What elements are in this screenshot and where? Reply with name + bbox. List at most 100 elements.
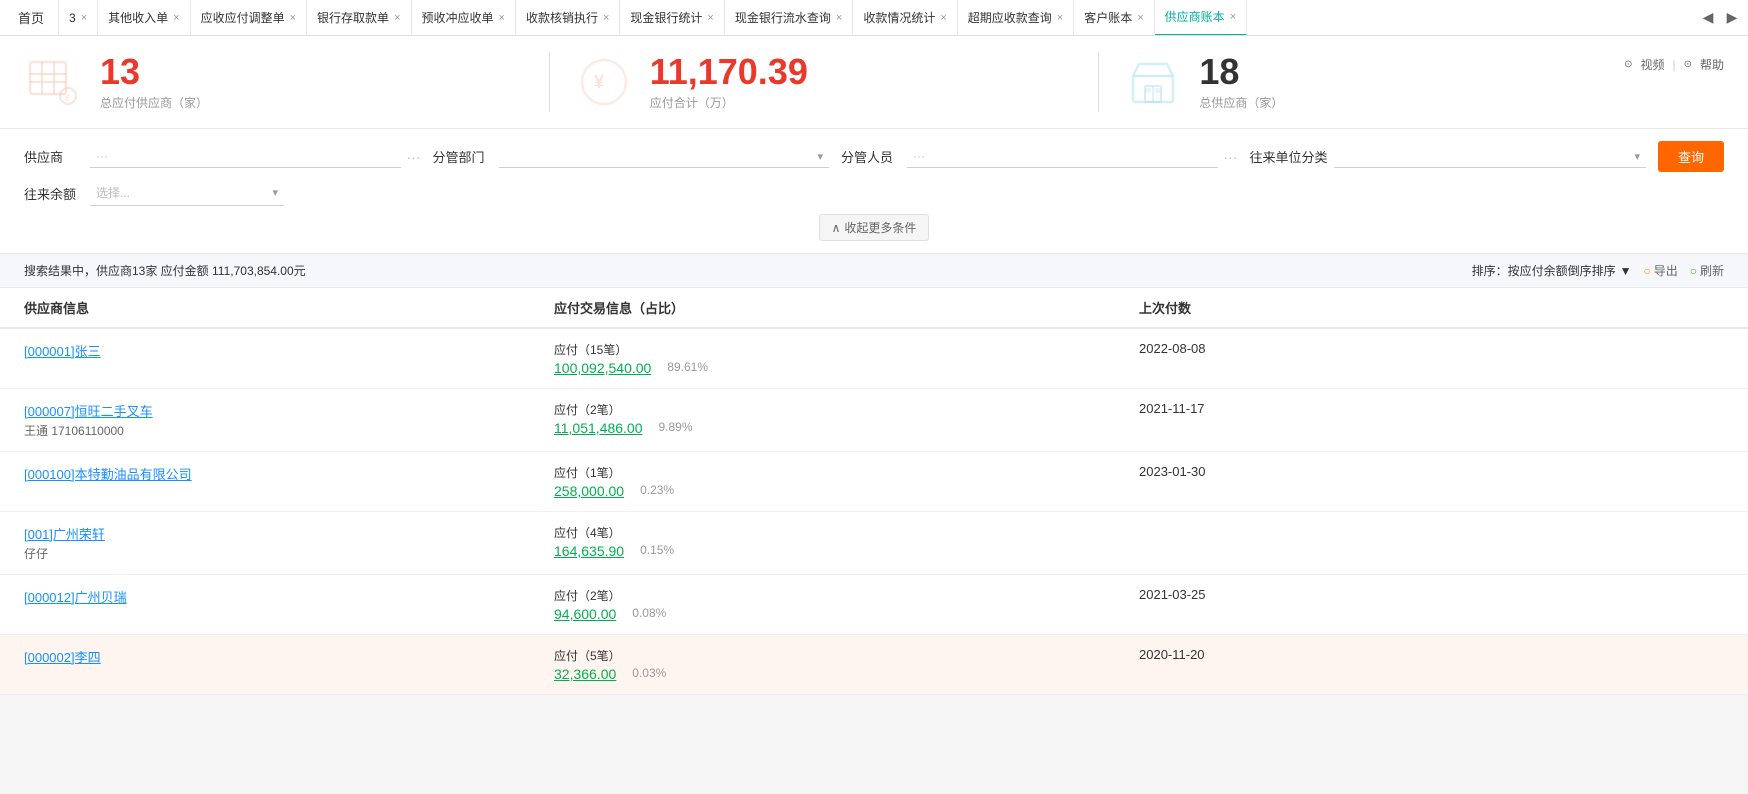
store-icon <box>1123 52 1183 112</box>
supplier-name-link[interactable]: [000100]本特勤油品有限公司 <box>24 464 554 483</box>
nav-tab-tab5[interactable]: 预收冲应收单× <box>412 0 516 36</box>
nav-tab-tab8[interactable]: 现金银行流水查询 × <box>725 0 853 36</box>
supplier-name-link[interactable]: [001]广州荣轩 <box>24 524 554 543</box>
nav-tab-tab10[interactable]: 超期应收款查询× <box>958 0 1074 36</box>
table-row: [001]广州荣轩 仔仔 应付（4笔） 164,635.90 0.15% <box>0 512 1748 575</box>
circle-icon-video: ⊙ <box>1624 59 1632 70</box>
tab-label: 现金银行流水查询 <box>735 9 831 26</box>
transaction-percent: 0.23% <box>640 483 674 497</box>
tab-close-icon[interactable]: × <box>1137 12 1143 24</box>
last-payment-date: 2021-11-17 <box>1139 401 1724 416</box>
table-row: [000100]本特勤油品有限公司 应付（1笔） 258,000.00 0.23… <box>0 452 1748 512</box>
summary-card-suppliers: ¥ 13 总应付供应商（家） <box>24 52 525 112</box>
export-button[interactable]: ○ 导出 <box>1643 262 1677 279</box>
nav-tab-tab1[interactable]: 3× <box>59 0 98 36</box>
tab-label: 现金银行统计 <box>630 9 702 26</box>
tab-close-icon[interactable]: × <box>1057 12 1063 24</box>
dept-select[interactable]: ▾ <box>499 146 830 168</box>
transaction-amount[interactable]: 100,092,540.00 <box>554 360 651 376</box>
supplier-name-link[interactable]: [000012]广州贝瑞 <box>24 587 554 606</box>
filter-item-supplier: 供应商 ··· <box>24 145 421 168</box>
table-row: [000007]恒旺二手叉车 王通 17106110000 应付（2笔） 11,… <box>0 389 1748 452</box>
tab-close-icon[interactable]: × <box>707 12 713 24</box>
nav-tab-tab6[interactable]: 收款核销执行× <box>516 0 620 36</box>
col-header-supplier: 供应商信息 <box>24 298 554 317</box>
top-right-links: ⊙ 视频 | ⊙ 帮助 <box>1624 52 1724 73</box>
nav-tab-tab9[interactable]: 收款情况统计× <box>853 0 957 36</box>
person-input[interactable] <box>907 145 1218 168</box>
balance-filter-label: 往来余额 <box>24 184 84 203</box>
last-payment-date: 2023-01-30 <box>1139 464 1724 479</box>
summary-label-amount: 应付合计（万） <box>650 94 808 111</box>
nav-tab-tab12[interactable]: 供应商账本× <box>1155 0 1247 36</box>
balance-select[interactable]: 选择... ▾ <box>90 180 284 206</box>
transaction-amount[interactable]: 258,000.00 <box>554 483 624 499</box>
summary-card-3-content: 18 总供应商（家） <box>1199 54 1283 111</box>
svg-text:¥: ¥ <box>63 93 70 104</box>
cell-transaction: 应付（5笔） 32,366.00 0.03% <box>554 647 1139 682</box>
nav-prev-arrow[interactable]: ◀ <box>1696 0 1720 36</box>
cell-transaction: 应付（4笔） 164,635.90 0.15% <box>554 524 1139 559</box>
tab-close-icon[interactable]: × <box>173 12 179 24</box>
tab-close-icon[interactable]: × <box>603 12 609 24</box>
separator: | <box>1672 58 1675 72</box>
nav-tabs: 3×其他收入单×应收应付调整单×银行存取款单×预收冲应收单×收款核销执行×现金银… <box>59 0 1696 36</box>
nav-tab-tab2[interactable]: 其他收入单× <box>98 0 190 36</box>
supplier-dots-icon[interactable]: ··· <box>407 149 421 165</box>
tab-label: 应收应付调整单 <box>201 9 285 26</box>
category-filter-label: 往来单位分类 <box>1250 147 1328 166</box>
transaction-amount[interactable]: 164,635.90 <box>554 543 624 559</box>
filter-item-person: 分管人员 ··· <box>841 145 1238 168</box>
supplier-name-link[interactable]: [000001]张三 <box>24 341 554 360</box>
last-payment-date: 2020-11-20 <box>1139 647 1724 662</box>
tab-close-icon[interactable]: × <box>290 12 296 24</box>
filter-item-balance: 往来余额 选择... ▾ <box>24 180 284 206</box>
cell-supplier: [001]广州荣轩 仔仔 <box>24 524 554 562</box>
dept-filter-label: 分管部门 <box>433 147 493 166</box>
refresh-circle-icon: ○ <box>1690 264 1697 278</box>
nav-tab-tab7[interactable]: 现金银行统计 × <box>620 0 724 36</box>
tab-close-icon[interactable]: × <box>1230 11 1236 23</box>
tab-close-icon[interactable]: × <box>81 12 87 24</box>
category-select[interactable]: ▾ <box>1334 146 1646 168</box>
nav-next-arrow[interactable]: ▶ <box>1720 0 1744 36</box>
sort-button[interactable]: 排序：按应付余额倒序排序 ▼ <box>1472 262 1632 279</box>
filter-row-2: 往来余额 选择... ▾ <box>24 180 1724 206</box>
tab-close-icon[interactable]: × <box>499 12 505 24</box>
summary-card-amount: ¥ 11,170.39 应付合计（万） <box>574 52 1075 112</box>
table-header: 供应商信息 应付交易信息（占比） 上次付数 <box>0 288 1748 329</box>
supplier-name-link[interactable]: [000002]李四 <box>24 647 554 666</box>
nav-tab-tab3[interactable]: 应收应付调整单 × <box>191 0 307 36</box>
tab-close-icon[interactable]: × <box>394 12 400 24</box>
summary-label-total: 总供应商（家） <box>1199 94 1283 111</box>
transaction-label: 应付（4笔） <box>554 524 1139 541</box>
query-button[interactable]: 查询 <box>1658 141 1724 172</box>
supplier-filter-label: 供应商 <box>24 147 84 166</box>
divider-1 <box>549 52 550 112</box>
video-link[interactable]: 视频 <box>1640 56 1664 73</box>
table-body: [000001]张三 应付（15笔） 100,092,540.00 89.61%… <box>0 329 1748 695</box>
nav-tab-tab4[interactable]: 银行存取款单× <box>307 0 411 36</box>
transaction-amount[interactable]: 94,600.00 <box>554 606 616 622</box>
help-link[interactable]: 帮助 <box>1700 56 1724 73</box>
refresh-label: 刷新 <box>1700 262 1724 279</box>
tab-close-icon[interactable]: × <box>836 12 842 24</box>
cell-supplier: [000001]张三 <box>24 341 554 360</box>
supplier-input[interactable] <box>90 145 401 168</box>
svg-text:¥: ¥ <box>594 72 604 92</box>
collapse-button[interactable]: ∧ 收起更多条件 <box>819 214 930 241</box>
nav-home[interactable]: 首页 <box>4 0 59 36</box>
transaction-amount[interactable]: 11,051,486.00 <box>554 420 643 436</box>
transaction-amount[interactable]: 32,366.00 <box>554 666 616 682</box>
summary-value-amount: 11,170.39 <box>650 54 808 90</box>
transaction-label: 应付（5笔） <box>554 647 1139 664</box>
supplier-name-link[interactable]: [000007]恒旺二手叉车 <box>24 401 554 420</box>
transaction-percent: 0.15% <box>640 543 674 557</box>
refresh-button[interactable]: ○ 刷新 <box>1690 262 1724 279</box>
tab-close-icon[interactable]: × <box>940 12 946 24</box>
nav-tab-tab11[interactable]: 客户账本× <box>1074 0 1154 36</box>
person-dots-icon[interactable]: ··· <box>1224 149 1238 165</box>
balance-select-placeholder: 选择... <box>96 184 130 201</box>
results-bar: 搜索结果中，供应商13家 应付金额 111,703,854.00元 排序：按应付… <box>0 254 1748 288</box>
export-circle-icon: ○ <box>1643 264 1650 278</box>
